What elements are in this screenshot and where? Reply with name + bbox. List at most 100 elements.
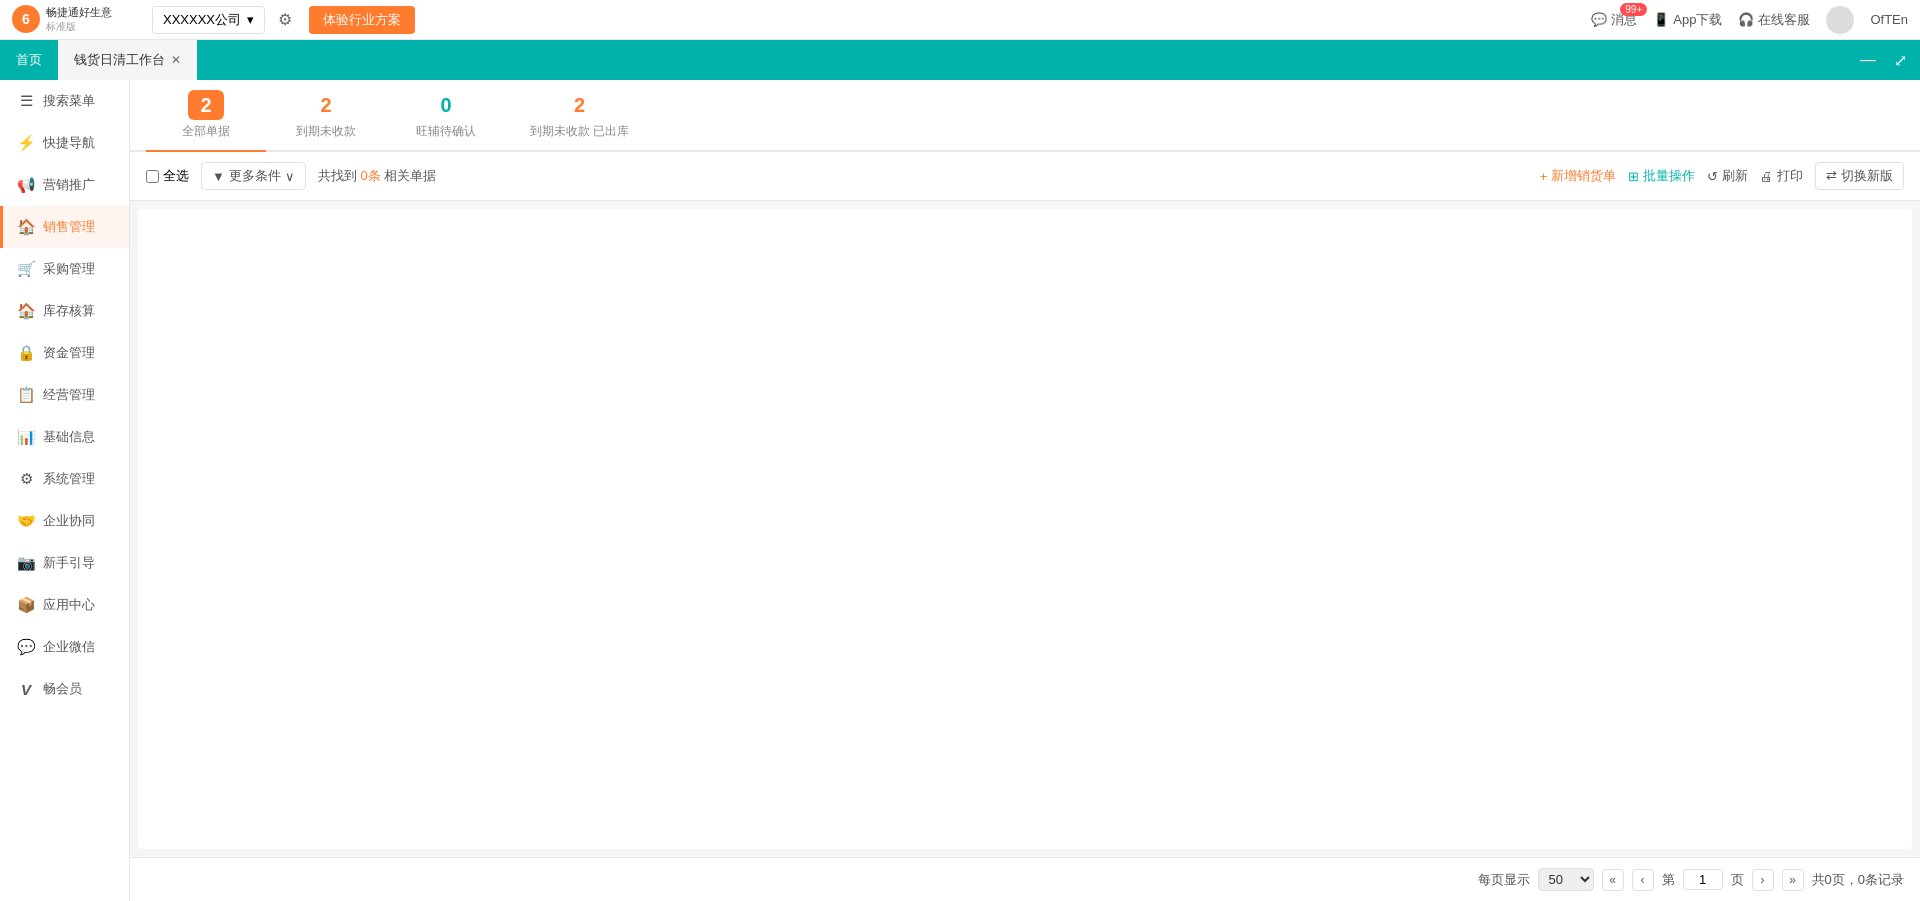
- home-tab-label: 首页: [16, 51, 42, 69]
- sidebar-item-inventory[interactable]: 🏠 库存核算: [0, 290, 129, 332]
- app-download-label: App下载: [1673, 11, 1722, 29]
- sidebar-label-sales: 销售管理: [43, 218, 95, 236]
- app-download-button[interactable]: 📱 App下载: [1653, 11, 1722, 29]
- total-text: 共0页，0条记录: [1812, 871, 1904, 889]
- trial-button[interactable]: 体验行业方案: [309, 6, 415, 34]
- tab-minimize-button[interactable]: —: [1856, 48, 1880, 72]
- sidebar-label-search-menu: 搜索菜单: [43, 92, 95, 110]
- service-icon: 🎧: [1738, 12, 1754, 27]
- sidebar-item-search-menu[interactable]: ☰ 搜索菜单: [0, 80, 129, 122]
- cooperation-icon: 🤝: [17, 512, 35, 530]
- logo-icon: 6: [12, 5, 40, 33]
- stat-num-shipped: 2: [562, 90, 598, 120]
- batch-operation-button[interactable]: ⊞ 批量操作: [1628, 167, 1695, 185]
- chevron-down-icon: ▾: [247, 12, 254, 27]
- stat-num-pending: 0: [428, 90, 464, 120]
- sidebar-label-wechat: 企业微信: [43, 638, 95, 656]
- system-icon: ⚙: [17, 470, 35, 488]
- user-avatar[interactable]: [1826, 6, 1854, 34]
- stat-num-all: 2: [188, 90, 224, 120]
- app-center-icon: 📦: [17, 596, 35, 614]
- tab-maximize-button[interactable]: ⤢: [1888, 48, 1912, 72]
- switch-label: 切换新版: [1841, 168, 1893, 183]
- finance-icon: 🔒: [17, 344, 35, 362]
- next-icon: ›: [1761, 873, 1765, 887]
- content-area: 2 全部单据 2 到期未收款 0 旺辅待确认 2 到期未收款 已出库 全选: [130, 80, 1920, 901]
- sidebar-item-member[interactable]: V 畅会员: [0, 668, 129, 710]
- guide-icon: 📷: [17, 554, 35, 572]
- sidebar-label-guide: 新手引导: [43, 554, 95, 572]
- sidebar-item-app-center[interactable]: 📦 应用中心: [0, 584, 129, 626]
- last-page-icon: »: [1789, 873, 1796, 887]
- page-label: 第: [1662, 871, 1675, 889]
- found-count: 0条: [361, 168, 381, 183]
- sidebar-item-quick-nav[interactable]: ⚡ 快捷导航: [0, 122, 129, 164]
- stat-num-overdue: 2: [308, 90, 344, 120]
- sidebar-item-system[interactable]: ⚙ 系统管理: [0, 458, 129, 500]
- toolbar-right: + 新增销货单 ⊞ 批量操作 ↺ 刷新 🖨 打印 ⇄ 切换新版: [1540, 162, 1904, 190]
- app-title: 畅捷通好生意: [46, 5, 112, 19]
- print-icon: 🖨: [1760, 169, 1773, 184]
- stat-label-overdue: 到期未收款: [296, 123, 356, 140]
- basic-info-icon: 📊: [17, 428, 35, 446]
- sidebar-item-marketing[interactable]: 📢 营销推广: [0, 164, 129, 206]
- stat-tab-shipped[interactable]: 2 到期未收款 已出库: [506, 80, 653, 150]
- tab-cashflow[interactable]: 钱货日清工作台 ✕: [58, 40, 197, 80]
- sidebar-item-sales[interactable]: 🏠 销售管理: [0, 206, 129, 248]
- toolbar-left: 全选 ▼ 更多条件 ∨ 共找到 0条 相关单据: [146, 162, 436, 190]
- batch-label: 批量操作: [1643, 167, 1695, 185]
- sidebar-item-cooperation[interactable]: 🤝 企业协同: [0, 500, 129, 542]
- gear-icon: ⚙: [278, 10, 292, 29]
- inventory-icon: 🏠: [17, 302, 35, 320]
- sidebar-item-purchase[interactable]: 🛒 采购管理: [0, 248, 129, 290]
- sidebar-item-guide[interactable]: 📷 新手引导: [0, 542, 129, 584]
- stat-label-all: 全部单据: [182, 123, 230, 140]
- batch-icon: ⊞: [1628, 169, 1639, 184]
- page-label-2: 页: [1731, 871, 1744, 889]
- stat-tab-overdue[interactable]: 2 到期未收款: [266, 80, 386, 150]
- member-icon: V: [17, 680, 35, 698]
- switch-version-button[interactable]: ⇄ 切换新版: [1815, 162, 1904, 190]
- online-service-label: 在线客服: [1758, 11, 1810, 29]
- sidebar-label-member: 畅会员: [43, 680, 82, 698]
- stat-tab-pending[interactable]: 0 旺辅待确认: [386, 80, 506, 150]
- settings-button[interactable]: ⚙: [271, 6, 299, 34]
- print-button[interactable]: 🖨 打印: [1760, 167, 1803, 185]
- page-size-select[interactable]: 50 10 20 100: [1538, 868, 1594, 891]
- print-label: 打印: [1777, 167, 1803, 185]
- sidebar-item-basic-info[interactable]: 📊 基础信息: [0, 416, 129, 458]
- user-name-label[interactable]: OfTEn: [1870, 12, 1908, 27]
- select-all-checkbox[interactable]: 全选: [146, 167, 189, 185]
- first-page-button[interactable]: «: [1602, 869, 1624, 891]
- sidebar-label-app-center: 应用中心: [43, 596, 95, 614]
- online-service-button[interactable]: 🎧 在线客服: [1738, 11, 1810, 29]
- select-all-input[interactable]: [146, 170, 159, 183]
- refresh-button[interactable]: ↺ 刷新: [1707, 167, 1748, 185]
- stat-tabs: 2 全部单据 2 到期未收款 0 旺辅待确认 2 到期未收款 已出库: [130, 80, 1920, 152]
- company-selector[interactable]: XXXXXX公司 ▾: [152, 6, 265, 34]
- message-badge: 99+: [1620, 3, 1647, 16]
- tab-close-icon[interactable]: ✕: [171, 53, 181, 67]
- last-page-button[interactable]: »: [1782, 869, 1804, 891]
- header-right: 💬 消息 99+ 📱 App下载 🎧 在线客服 OfTEn: [1591, 6, 1908, 34]
- sidebar-label-inventory: 库存核算: [43, 302, 95, 320]
- stat-label-pending: 旺辅待确认: [416, 123, 476, 140]
- prev-page-button[interactable]: ‹: [1632, 869, 1654, 891]
- sidebar-item-finance[interactable]: 🔒 资金管理: [0, 332, 129, 374]
- next-page-button[interactable]: ›: [1752, 869, 1774, 891]
- sidebar-item-wechat[interactable]: 💬 企业微信: [0, 626, 129, 668]
- sidebar-label-marketing: 营销推广: [43, 176, 95, 194]
- sidebar-label-cooperation: 企业协同: [43, 512, 95, 530]
- add-sales-order-button[interactable]: + 新增销货单: [1540, 167, 1617, 185]
- page-input[interactable]: [1683, 869, 1723, 890]
- message-button[interactable]: 💬 消息 99+: [1591, 11, 1637, 29]
- download-icon: 📱: [1653, 12, 1669, 27]
- logo-area: 6 畅捷通好生意 标准版: [12, 5, 142, 33]
- stat-tab-all[interactable]: 2 全部单据: [146, 80, 266, 150]
- refresh-label: 刷新: [1722, 167, 1748, 185]
- sidebar-label-operation: 经营管理: [43, 386, 95, 404]
- filter-button[interactable]: ▼ 更多条件 ∨: [201, 162, 306, 190]
- tab-home[interactable]: 首页: [0, 40, 58, 80]
- header: 6 畅捷通好生意 标准版 XXXXXX公司 ▾ ⚙ 体验行业方案 💬 消息 99…: [0, 0, 1920, 40]
- sidebar-item-operation[interactable]: 📋 经营管理: [0, 374, 129, 416]
